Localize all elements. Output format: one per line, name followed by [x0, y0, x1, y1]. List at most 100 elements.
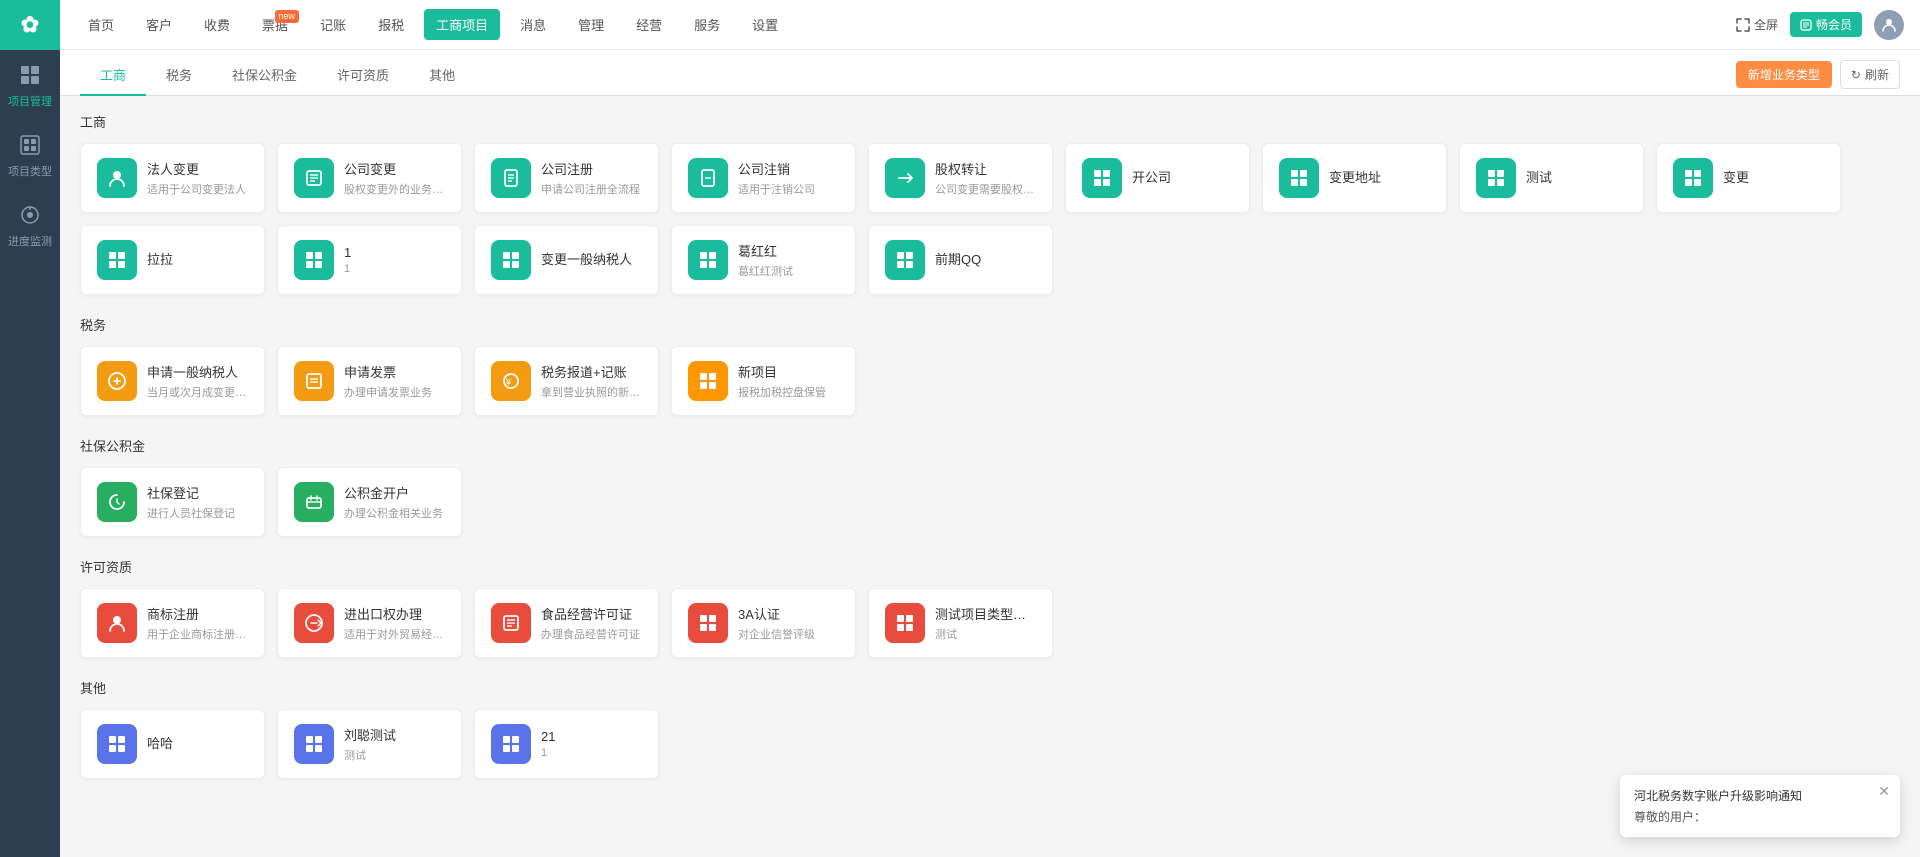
fullscreen-btn[interactable]: 全屏 [1736, 16, 1778, 33]
nav-message[interactable]: 消息 [508, 9, 558, 40]
card-zhuxiao[interactable]: 公司注销 适用于注销公司 [671, 143, 856, 213]
card-lala[interactable]: 拉拉 [80, 225, 265, 295]
card-icon-spjy [491, 603, 531, 643]
card-title-zhuce: 公司注册 [541, 159, 642, 178]
card-info-haha: 哈哈 [147, 733, 248, 755]
card-biangengnsrn[interactable]: 变更一般纳税人 [474, 225, 659, 295]
card-gjjkaihu[interactable]: 公积金开户 办理公积金相关业务 [277, 467, 462, 537]
card-21[interactable]: 21 1 [474, 709, 659, 779]
card-title-zhuxiao: 公司注销 [738, 159, 839, 178]
card-jck[interactable]: 进出口权办理 适用于对外贸易经营者 [277, 588, 462, 658]
card-qianqiqq[interactable]: 前期QQ [868, 225, 1053, 295]
card-xinxiangmu[interactable]: 新项目 报税加税控盘保管 [671, 346, 856, 416]
card-kaigongsi[interactable]: 开公司 [1065, 143, 1250, 213]
card-guquan[interactable]: 股权转让 公司变更需要股权转让 [868, 143, 1053, 213]
card-sqfp[interactable]: 申请发票 办理申请发票业务 [277, 346, 462, 416]
card-gsbiangeng[interactable]: 公司变更 股权变更外的业务变更 [277, 143, 462, 213]
nav-customer[interactable]: 客户 [134, 9, 184, 40]
card-icon-shangbiao [97, 603, 137, 643]
project-type-icon [16, 131, 44, 159]
card-title-spjy: 食品经营许可证 [541, 604, 642, 623]
card-sbdengji[interactable]: 社保登记 进行人员社保登记 [80, 467, 265, 537]
card-desc-gsbiangeng: 股权变更外的业务变更 [344, 181, 445, 197]
nav-tax[interactable]: 报税 [366, 9, 416, 40]
main-scroll: 工商 法人变更 适用于公司变更法人 [60, 96, 1920, 857]
card-icon-sbdengji [97, 482, 137, 522]
tab-xuke[interactable]: 许可资质 [317, 55, 409, 96]
nav-operation[interactable]: 经营 [624, 9, 674, 40]
nav-manage[interactable]: 管理 [566, 9, 616, 40]
sidebar-label-project-type: 项目类型 [8, 163, 52, 179]
card-title-swbdjz: 税务报道+记账 [541, 362, 642, 381]
card-icon-sqfp [294, 361, 334, 401]
card-biangeng2[interactable]: 变更 [1656, 143, 1841, 213]
card-haha[interactable]: 哈哈 [80, 709, 265, 779]
card-title-gehonghong: 葛红红 [738, 241, 839, 260]
nav-invoice[interactable]: 票据 new [250, 9, 300, 40]
nav-bookkeeping[interactable]: 记账 [308, 9, 358, 40]
refresh-button[interactable]: ↻ 刷新 [1840, 60, 1900, 89]
nav-biz[interactable]: 工商项目 [424, 9, 500, 40]
card-icon-guquan [885, 158, 925, 198]
card-info-zhuce: 公司注册 申请公司注册全流程 [541, 159, 642, 197]
new-type-button[interactable]: 新增业务类型 [1736, 61, 1832, 88]
card-icon-liucong [294, 724, 334, 764]
card-desc-liucong: 测试 [344, 747, 445, 763]
notification-popup: ✕ 河北税务数字账户升级影响通知 尊敬的用户： [1620, 775, 1900, 837]
other-section: 其他 哈哈 [80, 678, 1900, 779]
shuiwu-title: 税务 [80, 315, 1900, 334]
card-info-3a: 3A认证 对企业信誉评级 [738, 604, 839, 642]
nav-settings[interactable]: 设置 [740, 9, 790, 40]
card-desc-sqfp: 办理申请发票业务 [344, 384, 445, 400]
card-biangengdizhi[interactable]: 变更地址 [1262, 143, 1447, 213]
card-info-shangbiao: 商标注册 用于企业商标注册服务 [147, 604, 248, 642]
tab-shebao[interactable]: 社保公积金 [212, 55, 317, 96]
sidebar-item-project-manage[interactable]: 项目管理 [0, 50, 60, 120]
card-faziren[interactable]: 法人变更 适用于公司变更法人 [80, 143, 265, 213]
card-ceshi[interactable]: 测试 [1459, 143, 1644, 213]
member-btn[interactable]: 畅会员 [1790, 12, 1862, 37]
card-icon-jck [294, 603, 334, 643]
card-title-ceshileixing: 测试项目类型目定义 [935, 604, 1036, 623]
tab-bar: 工商 税务 社保公积金 许可资质 其他 新增业务类型 ↻ 刷新 [60, 50, 1920, 96]
card-3a[interactable]: 3A认证 对企业信誉评级 [671, 588, 856, 658]
card-title-liucong: 刘聪测试 [344, 725, 445, 744]
card-liucong[interactable]: 刘聪测试 测试 [277, 709, 462, 779]
tab-other[interactable]: 其他 [409, 55, 475, 96]
notification-close-btn[interactable]: ✕ [1878, 783, 1890, 800]
sidebar-item-progress-monitor[interactable]: 进度监测 [0, 190, 60, 260]
card-desc-sqybnsrn: 当月或次月成变更完成 [147, 384, 248, 400]
gongshang-cards: 法人变更 适用于公司变更法人 公司变更 股权变更外的业务变更 [80, 143, 1900, 295]
card-spjy[interactable]: 食品经营许可证 办理食品经营许可证 [474, 588, 659, 658]
card-desc-zhuce: 申请公司注册全流程 [541, 181, 642, 197]
sidebar: ✿ 项目管理 项目类型 进度监测 [0, 0, 60, 857]
card-title-ceshi: 测试 [1526, 167, 1627, 186]
card-info-sqybnsrn: 申请一般纳税人 当月或次月成变更完成 [147, 362, 248, 400]
card-gehonghong[interactable]: 葛红红 葛红红测试 [671, 225, 856, 295]
card-sqybnsrn[interactable]: 申请一般纳税人 当月或次月成变更完成 [80, 346, 265, 416]
logo: ✿ [0, 0, 60, 50]
card-desc-ceshileixing: 测试 [935, 626, 1036, 642]
xuke-section: 许可资质 商标注册 用于企业商标注册服务 [80, 557, 1900, 658]
nav-home[interactable]: 首页 [76, 9, 126, 40]
card-ceshileixing[interactable]: 测试项目类型目定义 测试 [868, 588, 1053, 658]
tab-gongshang[interactable]: 工商 [80, 55, 146, 96]
topnav-right: 全屏 畅会员 [1736, 10, 1904, 40]
nav-service[interactable]: 服务 [682, 9, 732, 40]
xuke-title: 许可资质 [80, 557, 1900, 576]
card-info-kaigongsi: 开公司 [1132, 167, 1233, 189]
nav-fee[interactable]: 收费 [192, 9, 242, 40]
card-title-lala: 拉拉 [147, 249, 248, 268]
card-title-jck: 进出口权办理 [344, 604, 445, 623]
card-swbdjz[interactable]: ¥ 税务报道+记账 拿到营业执照的新公司 [474, 346, 659, 416]
card-shangbiao[interactable]: 商标注册 用于企业商标注册服务 [80, 588, 265, 658]
card-zhuce[interactable]: 公司注册 申请公司注册全流程 [474, 143, 659, 213]
shebao-section: 社保公积金 社保登记 进行人员社保登记 [80, 436, 1900, 537]
tab-shuiwu[interactable]: 税务 [146, 55, 212, 96]
avatar[interactable] [1874, 10, 1904, 40]
card-one[interactable]: 1 1 [277, 225, 462, 295]
shebao-title: 社保公积金 [80, 436, 1900, 455]
card-desc-swbdjz: 拿到营业执照的新公司 [541, 384, 642, 400]
sidebar-item-project-type[interactable]: 项目类型 [0, 120, 60, 190]
card-info-liucong: 刘聪测试 测试 [344, 725, 445, 763]
